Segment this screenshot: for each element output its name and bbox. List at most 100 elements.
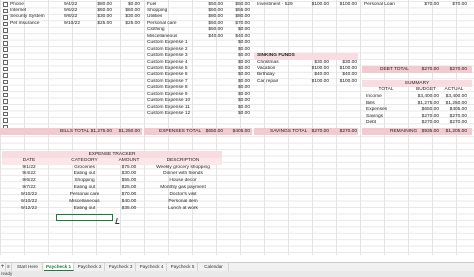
summary-row-budget: $270.00 bbox=[421, 113, 439, 119]
expense-name: Custom Expense 11 bbox=[147, 104, 190, 110]
tracker-description: Dinner with friends bbox=[163, 171, 203, 177]
bill-name: Phone bbox=[10, 1, 24, 7]
sheet-list-icon[interactable]: ≡ bbox=[6, 263, 12, 271]
sinking-fund-budget: $100.00 bbox=[311, 78, 329, 84]
sinking-fund-actual: $30.00 bbox=[342, 59, 357, 65]
tracker-amount: $35.00 bbox=[121, 205, 137, 211]
status-bar: ready bbox=[0, 271, 474, 277]
summary-row-label: Bills bbox=[366, 100, 375, 106]
active-cell-selection[interactable] bbox=[56, 214, 113, 221]
expense-name: Custom Expense 7 bbox=[147, 78, 188, 84]
summary-header-budget: BUDGET bbox=[416, 87, 436, 92]
bill-paid-checkbox[interactable] bbox=[3, 92, 8, 98]
tracker-category: Groceries bbox=[74, 164, 95, 170]
tracker-title: EXPENSE TRACKER bbox=[88, 151, 136, 157]
bill-paid-checkbox[interactable] bbox=[3, 28, 8, 33]
bill-paid-checkbox[interactable] bbox=[3, 99, 8, 104]
expense-name: Custom Expense 4 bbox=[147, 59, 188, 65]
bill-amount: $25.00 bbox=[97, 20, 112, 26]
bill-paid-checkbox[interactable] bbox=[3, 73, 8, 78]
bill-name: Pet Insurance bbox=[10, 20, 40, 26]
expense-budget bbox=[196, 40, 223, 46]
bill-paid-checkbox[interactable] bbox=[3, 118, 8, 123]
expense-name: Custom Expense 2 bbox=[147, 46, 188, 52]
sheet-tab[interactable]: Start Here bbox=[13, 263, 43, 271]
bill-paid-checkbox[interactable] bbox=[3, 79, 8, 85]
bill-name: Security System bbox=[10, 14, 45, 20]
expense-actual: $0.00 bbox=[237, 111, 250, 117]
bill-paid-checkbox[interactable] bbox=[3, 111, 8, 117]
expense-budget bbox=[196, 79, 223, 85]
expense-budget bbox=[196, 72, 223, 78]
expense-budget bbox=[196, 98, 223, 104]
debt-budget: $70.00 bbox=[424, 2, 439, 7]
investment-label: Investment - 529 bbox=[257, 2, 293, 7]
expense-budget bbox=[196, 47, 223, 53]
bill-paid-checkbox[interactable] bbox=[3, 34, 8, 40]
sheet-tab[interactable]: Calendar bbox=[199, 263, 229, 271]
bill-paid-checkbox[interactable] bbox=[3, 60, 8, 65]
bill-paid: $30.00 bbox=[125, 14, 140, 20]
bill-due-date: 9/10/22 bbox=[64, 20, 81, 26]
sheet-tab[interactable]: Paycheck 5 bbox=[168, 263, 198, 271]
tracker-date: 9/10/22 bbox=[20, 192, 37, 198]
expense-budget bbox=[196, 92, 223, 98]
bill-paid-checkbox[interactable] bbox=[3, 8, 8, 14]
tracker-description: Doctor's visit bbox=[169, 192, 197, 198]
expense-actual: $0.00 bbox=[237, 59, 250, 65]
expense-budget bbox=[196, 60, 223, 66]
tracker-date: 9/4/22 bbox=[22, 171, 36, 177]
expense-name: Shopping bbox=[147, 7, 168, 13]
expense-actual: $0.00 bbox=[237, 46, 250, 52]
bill-paid-checkbox[interactable] bbox=[3, 47, 8, 52]
sheet-tab[interactable]: Paycheck 4 bbox=[137, 263, 167, 271]
expense-actual: $0.00 bbox=[237, 27, 250, 33]
summary-row-actual: $3,400.00 bbox=[445, 94, 467, 99]
sinking-funds-header: SINKING FUNDS bbox=[257, 53, 295, 58]
bill-paid: $60.00 bbox=[125, 7, 140, 13]
expense-name: Personal care bbox=[147, 20, 177, 26]
tracker-header-description: DESCRIPTION bbox=[166, 158, 200, 163]
debt-total-actual: $270.00 bbox=[449, 66, 467, 72]
sheet-tab[interactable]: Paycheck 2 bbox=[75, 263, 105, 271]
expense-actual: $0.00 bbox=[237, 85, 250, 91]
expense-actual: $0.00 bbox=[237, 72, 250, 78]
tracker-date: 9/12/22 bbox=[20, 205, 37, 211]
tracker-amount: $75.00 bbox=[121, 164, 137, 170]
sheet-tab[interactable]: Paycheck 3 bbox=[106, 263, 136, 271]
expense-name: Custom Expense 1 bbox=[147, 40, 188, 46]
bill-paid-checkbox[interactable] bbox=[3, 86, 8, 91]
expenses-total-actual: $405.00 bbox=[232, 128, 250, 134]
bill-paid: $0.00 bbox=[127, 1, 140, 7]
bills-total-amount: $1,275.00 bbox=[90, 128, 112, 134]
bill-paid-checkbox[interactable] bbox=[3, 53, 8, 59]
bill-paid-checkbox[interactable] bbox=[3, 66, 8, 72]
tracker-description: Monthly gas payment bbox=[160, 185, 206, 191]
expense-name: Custom Expense 5 bbox=[147, 66, 188, 71]
expense-name: Miscellaneous bbox=[147, 33, 178, 39]
bill-due-date: 9/8/22 bbox=[64, 14, 78, 20]
expense-budget bbox=[196, 66, 223, 72]
bill-paid-checkbox[interactable] bbox=[3, 21, 8, 27]
bill-amount: $80.00 bbox=[97, 1, 112, 7]
bill-paid-checkbox[interactable] bbox=[3, 15, 8, 20]
sinking-fund-actual: $100.00 bbox=[339, 65, 357, 71]
tracker-date: 9/1/22 bbox=[22, 164, 36, 170]
expense-actual: $80.00 bbox=[235, 14, 250, 20]
bill-paid-checkbox[interactable] bbox=[3, 105, 8, 110]
bill-paid-checkbox[interactable] bbox=[3, 2, 8, 7]
tracker-category: Eating out bbox=[73, 205, 96, 211]
tracker-date: 9/7/22 bbox=[22, 185, 36, 191]
tracker-header-amount: AMOUNT bbox=[118, 158, 140, 163]
tracker-amount: $30.00 bbox=[121, 171, 137, 177]
savings-total-actual: $270.00 bbox=[339, 128, 357, 134]
bill-paid-checkbox[interactable] bbox=[3, 41, 8, 46]
tracker-category: Eating out bbox=[73, 171, 96, 177]
expense-budget: $50.00 bbox=[208, 20, 223, 26]
expenses-total-label: EXPENSES TOTAL bbox=[159, 128, 202, 134]
sheet-tab-bar: + ≡ Start Here Paycheck 1 Paycheck 2 Payche… bbox=[0, 262, 474, 271]
expense-actual: $0.00 bbox=[237, 78, 250, 84]
remaining-actual: $1,205.00 bbox=[445, 128, 467, 134]
expense-budget: $50.00 bbox=[208, 7, 223, 13]
sheet-tab[interactable]: Paycheck 1 bbox=[44, 263, 74, 271]
